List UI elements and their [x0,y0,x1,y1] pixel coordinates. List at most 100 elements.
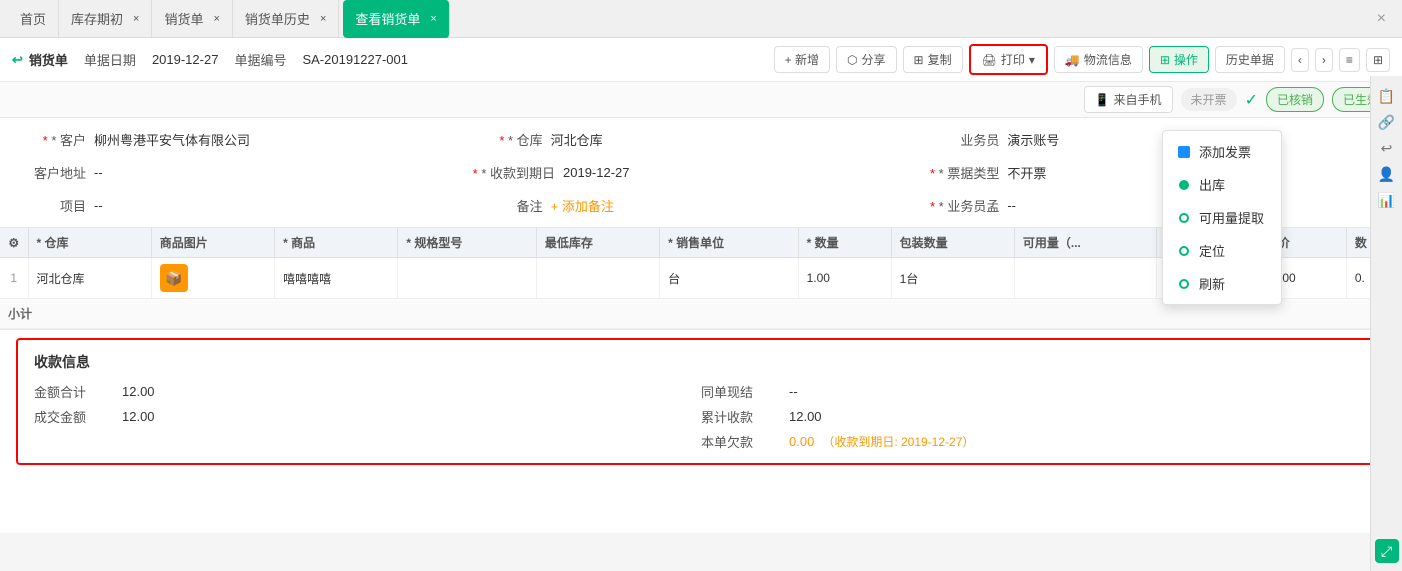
row-pack-qty: 1台 [891,258,1014,299]
refresh-icon [1177,277,1191,291]
new-button-label: + 新增 [785,51,819,68]
from-phone-label: 来自手机 [1114,91,1162,108]
ticket-type-row: * 票据类型 不开票 [929,159,1386,186]
same-bill-label: 同单现结 [701,382,781,401]
already-cancelled-badge: 已核销 [1266,87,1324,112]
tab-home[interactable]: 首页 [8,0,59,38]
right-btn-5[interactable]: 📊 [1375,188,1399,212]
total-label: 金额合计 [34,382,114,401]
print-button[interactable]: 🖨 打印 ▾ [972,47,1045,72]
tab-view-sales-close[interactable]: × [430,13,436,25]
right-btn-1[interactable]: 📋 [1375,84,1399,108]
share-button-label: 分享 [861,51,885,68]
col-settings[interactable]: ⚙ [0,228,28,258]
available-qty-icon [1177,211,1191,225]
row-available [1014,258,1156,299]
tab-inventory-label: 库存期初 [71,9,123,28]
salesperson-row: * 业务员孟 -- [929,192,1386,219]
from-phone-button[interactable]: 📱 来自手机 [1084,86,1173,113]
tab-inventory[interactable]: 库存期初 × [59,0,152,38]
operations-icon: ⊞ [1160,53,1170,67]
same-bill-value: -- [789,384,798,399]
right-btn-3[interactable]: ↩ [1375,136,1399,160]
col-spec: * 规格型号 [398,228,536,258]
tab-sales-close[interactable]: × [213,13,219,25]
logistics-icon: 🚚 [1065,53,1080,67]
new-button[interactable]: + 新增 [774,46,830,73]
row-num: 1 [0,258,28,299]
col-pack-qty: 包装数量 [891,228,1014,258]
ticket-type-label: * 票据类型 [929,163,999,182]
history-button-label: 历史单据 [1226,51,1274,68]
copy-button[interactable]: ⊞ 复制 [903,46,963,73]
row-spec [398,258,536,299]
due-note: （收款到期日: 2019-12-27） [822,433,974,450]
print-button-label: 打印 [1001,51,1025,68]
add-invoice-item[interactable]: 添加发票 [1163,135,1281,168]
outbound-item[interactable]: 出库 [1163,168,1281,201]
prev-record-button[interactable]: ‹ [1291,48,1309,72]
tab-bar: 首页 库存期初 × 销货单 × 销货单历史 × 查看销货单 × × [0,0,1402,38]
project-row: 项目 -- [16,192,473,219]
payment-info-grid: 金额合计 12.00 同单现结 -- 成交金额 12.00 累计收款 12.00… [34,382,1368,451]
copy-button-label: 复制 [928,51,952,68]
right-btn-expand[interactable]: ⤢ [1375,539,1399,563]
tab-sales-history[interactable]: 销货单历史 × [233,0,339,38]
doc-title: ↩ 销货单 [12,50,68,69]
payment-info-title: 收款信息 [34,352,1368,372]
tab-sales-history-close[interactable]: × [320,13,326,25]
tab-view-sales[interactable]: 查看销货单 × [343,0,449,38]
row-sales-unit: 台 [660,258,798,299]
next-record-button[interactable]: › [1315,48,1333,72]
doc-meta: 单据日期 2019-12-27 单据编号 SA-20191227-001 [84,50,408,69]
available-qty-item[interactable]: 可用量提取 [1163,201,1281,234]
due-date-row: * 收款到期日 2019-12-27 [473,159,930,186]
customer-label: * 客户 [16,130,86,149]
due-date-value: 2019-12-27 [563,165,630,180]
tab-inventory-close[interactable]: × [133,13,139,25]
history-button[interactable]: 历史单据 [1215,46,1285,73]
product-image: 📦 [160,264,188,292]
tab-sales-history-label: 销货单历史 [245,9,310,28]
warehouse-row: * 仓库 河北仓库 [473,126,930,153]
cumulative-row: 累计收款 12.00 [701,407,1368,426]
global-close-button[interactable]: × [1369,10,1394,28]
due-amount-label: 本单欠款 [701,432,781,451]
payment-info-panel: 收款信息 金额合计 12.00 同单现结 -- 成交金额 12.00 累计收款 … [16,338,1386,465]
locate-item[interactable]: 定位 [1163,234,1281,267]
right-btn-4[interactable]: 👤 [1375,162,1399,186]
share-button[interactable]: ⬡ 分享 [836,46,897,73]
col-min-stock: 最低库存 [536,228,659,258]
outbound-label: 出库 [1199,175,1225,194]
warehouse-label: * 仓库 [473,130,543,149]
project-value: -- [94,198,103,213]
due-date-label: * 收款到期日 [473,163,555,182]
doc-title-icon: ↩ [12,52,23,68]
salesperson-value: -- [1007,198,1016,213]
refresh-item[interactable]: 刷新 [1163,267,1281,300]
operations-button[interactable]: ⊞ 操作 [1149,46,1209,73]
customer-row: * 客户 柳州粤港平安气体有限公司 [16,126,473,153]
staff-label: 业务员 [929,130,999,149]
logistics-button[interactable]: 🚚 物流信息 [1054,46,1143,73]
right-btn-2[interactable]: 🔗 [1375,110,1399,134]
col-qty: * 数量 [798,228,891,258]
available-qty-label: 可用量提取 [1199,208,1264,227]
cumulative-value: 12.00 [789,409,822,424]
locate-icon [1177,244,1191,258]
operations-dropdown: 添加发票 出库 可用量提取 定位 刷新 [1162,130,1282,305]
due-amount-row: 本单欠款 0.00 （收款到期日: 2019-12-27） [701,432,1368,451]
share-icon: ⬡ [847,53,857,67]
address-label: 客户地址 [16,163,86,182]
address-row: 客户地址 -- [16,159,473,186]
tab-sales[interactable]: 销货单 × [152,0,232,38]
add-invoice-label: 添加发票 [1199,142,1251,161]
due-amount-value: 0.00 [789,434,814,449]
doc-actions: + 新增 ⬡ 分享 ⊞ 复制 🖨 打印 ▾ 🚚 物流信息 [774,44,1390,75]
view-toggle-1[interactable]: ≡ [1339,48,1360,72]
view-toggle-2[interactable]: ⊞ [1366,48,1390,72]
main-content: ↩ 销货单 单据日期 2019-12-27 单据编号 SA-20191227-0… [0,38,1402,533]
col-warehouse: * 仓库 [28,228,151,258]
add-note-button[interactable]: + 添加备注 [551,196,614,215]
checkmark-icon: ✓ [1245,90,1258,110]
